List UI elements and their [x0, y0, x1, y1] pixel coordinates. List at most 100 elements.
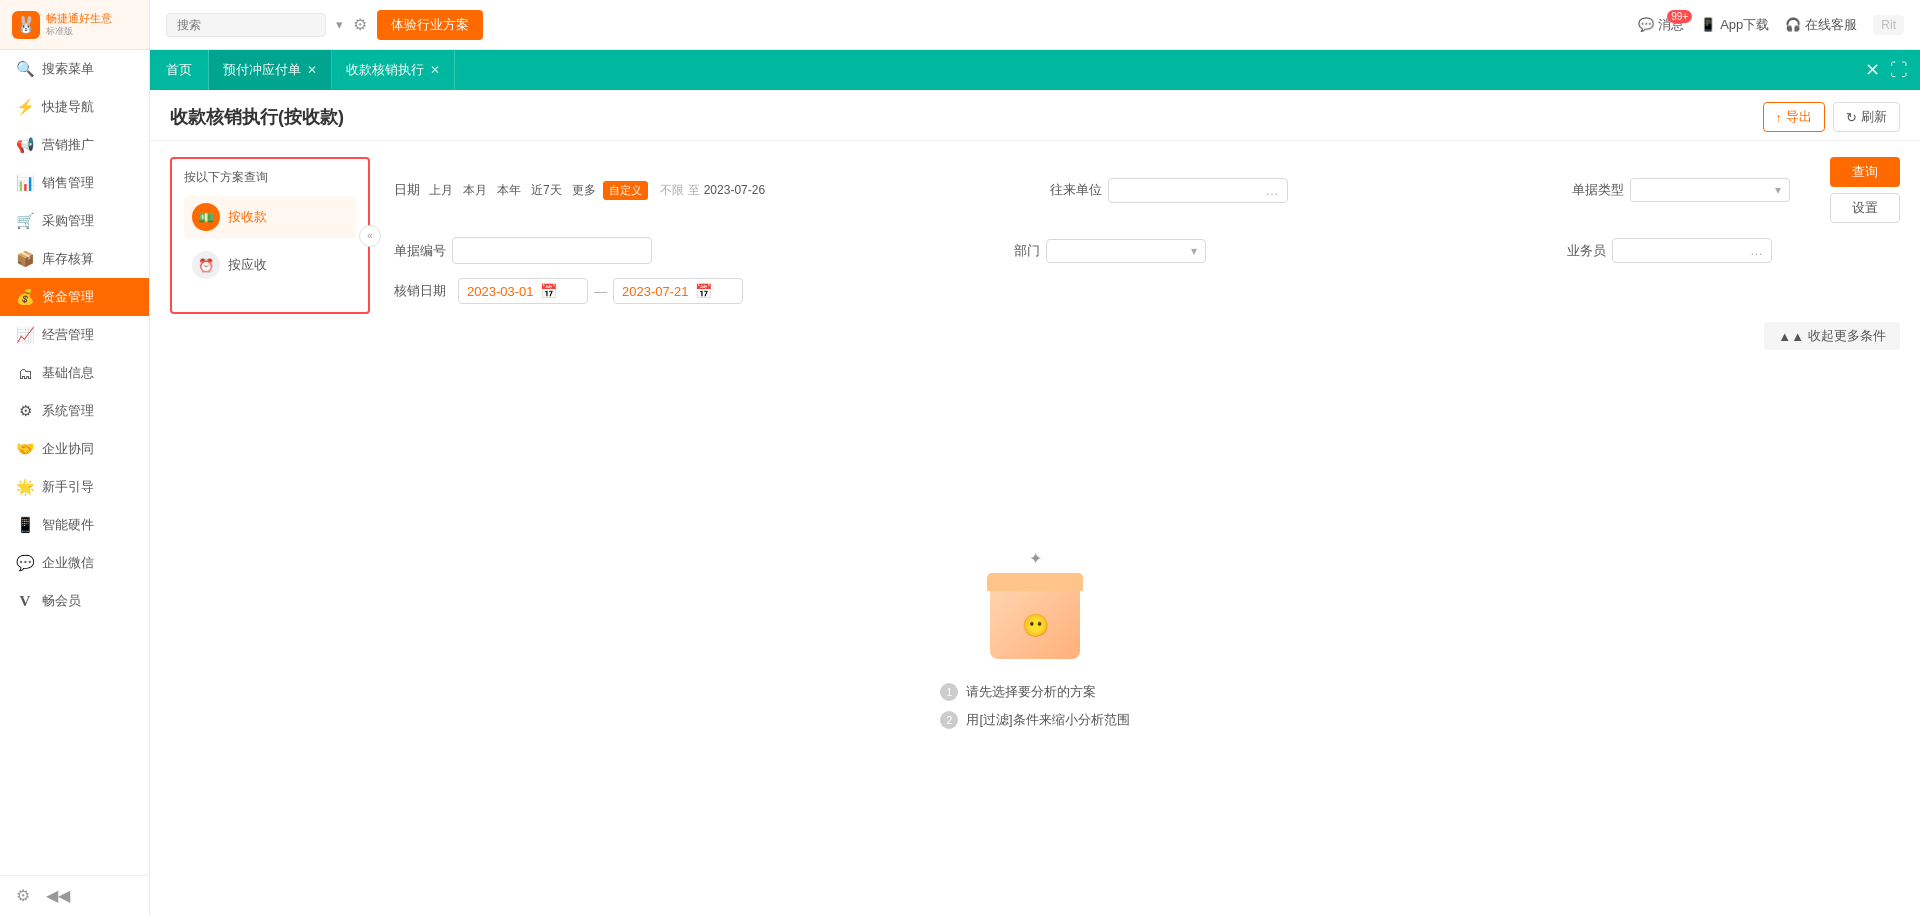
topbar-left: ▾ ⚙ 体验行业方案: [166, 10, 483, 40]
tab-prepay[interactable]: 预付冲应付单 ✕: [209, 50, 332, 90]
filter-option-receipt[interactable]: 💵 按收款: [184, 196, 356, 238]
filter-partner-group: 往来单位 …: [1050, 178, 1288, 203]
dept-select[interactable]: ▾: [1046, 239, 1206, 263]
hint-item-2: 2 用[过滤]条件来缩小分析范围: [940, 711, 1129, 729]
sidebar-item-system[interactable]: ⚙ 系统管理: [0, 392, 149, 430]
staff-input[interactable]: …: [1612, 238, 1772, 263]
refresh-button[interactable]: ↻ 刷新: [1833, 102, 1900, 132]
verify-date-label: 核销日期: [394, 282, 446, 300]
collapse-conditions-bar: ▲▲ 收起更多条件: [150, 314, 1920, 362]
date-this-month[interactable]: 本月: [460, 180, 490, 201]
verify-end-date[interactable]: 2023-07-21 📅: [613, 278, 743, 304]
empty-illustration: 😶 ✦: [980, 549, 1090, 659]
option-receipt-label: 按收款: [228, 208, 267, 226]
panel-collapse-arrow[interactable]: «: [359, 225, 381, 247]
sidebar-gear-button[interactable]: ⚙: [16, 886, 30, 905]
verify-end-value: 2023-07-21: [622, 284, 689, 299]
sidebar-label-sales: 销售管理: [42, 174, 94, 192]
guide-icon: 🌟: [16, 478, 34, 496]
service-label: 在线客服: [1805, 16, 1857, 34]
tab-receipt-verify[interactable]: 收款核销执行 ✕: [332, 50, 455, 90]
staff-dots: …: [1750, 243, 1763, 258]
purchase-icon: 🛒: [16, 212, 34, 230]
topbar: ▾ ⚙ 体验行业方案 💬 消息 99+ 📱 App下载 🎧 在线客服 Rit: [150, 0, 1920, 50]
sidebar-label-system: 系统管理: [42, 402, 94, 420]
date-nolimit-label: 不限: [660, 182, 684, 199]
bill-type-chevron: ▾: [1775, 183, 1781, 197]
hint-num-1: 1: [940, 683, 958, 701]
hint-text-2: 用[过滤]条件来缩小分析范围: [966, 711, 1129, 729]
sidebar-collapse-button[interactable]: ◀◀: [46, 886, 70, 905]
verify-date-range: 2023-03-01 📅 — 2023-07-21 📅: [458, 278, 743, 304]
sidebar-item-member[interactable]: V 畅会员: [0, 582, 149, 620]
sidebar-label-guide: 新手引导: [42, 478, 94, 496]
tab-home[interactable]: 首页: [150, 50, 209, 90]
date-custom-badge[interactable]: 自定义: [603, 181, 648, 200]
filter-staff-group: 业务员 …: [1567, 238, 1772, 263]
receipt-option-icon: 💵: [192, 203, 220, 231]
date-this-year[interactable]: 本年: [494, 180, 524, 201]
tab-expand-button[interactable]: ⛶: [1890, 60, 1908, 81]
box-lid: [987, 573, 1083, 591]
date-last-month[interactable]: 上月: [426, 180, 456, 201]
billno-input[interactable]: [452, 237, 652, 264]
topbar-search-input[interactable]: [166, 13, 326, 37]
sidebar-item-purchase[interactable]: 🛒 采购管理: [0, 202, 149, 240]
sidebar-item-guide[interactable]: 🌟 新手引导: [0, 468, 149, 506]
verify-start-date[interactable]: 2023-03-01 📅: [458, 278, 588, 304]
sidebar-item-wechat[interactable]: 💬 企业微信: [0, 544, 149, 582]
partner-label: 往来单位: [1050, 181, 1102, 199]
sidebar-label-purchase: 采购管理: [42, 212, 94, 230]
box-sparkle: ✦: [1029, 549, 1042, 568]
sidebar-item-funds[interactable]: 💰 资金管理: [0, 278, 149, 316]
staff-label: 业务员: [1567, 242, 1606, 260]
date-7days[interactable]: 近7天: [528, 180, 565, 201]
main-content: ▾ ⚙ 体验行业方案 💬 消息 99+ 📱 App下载 🎧 在线客服 Rit 首…: [150, 0, 1920, 915]
sidebar-item-collab[interactable]: 🤝 企业协同: [0, 430, 149, 468]
tab-close-button[interactable]: ✕: [1865, 59, 1880, 81]
bill-type-select[interactable]: ▾: [1630, 178, 1790, 202]
box-face: 😶: [1022, 613, 1049, 639]
filter-option-receivable[interactable]: ⏰ 按应收: [184, 244, 356, 286]
wechat-icon: 💬: [16, 554, 34, 572]
sidebar-label-marketing: 营销推广: [42, 136, 94, 154]
tab-receipt-label: 收款核销执行: [346, 61, 424, 79]
quicknav-icon: ⚡: [16, 98, 34, 116]
tab-bar: 首页 预付冲应付单 ✕ 收款核销执行 ✕ ✕ ⛶: [150, 50, 1920, 90]
export-icon: ↑: [1776, 110, 1783, 125]
query-button[interactable]: 查询: [1830, 157, 1900, 187]
message-button[interactable]: 💬 消息 99+: [1638, 16, 1684, 34]
sidebar-item-basic[interactable]: 🗂 基础信息: [0, 354, 149, 392]
export-button[interactable]: ↑ 导出: [1763, 102, 1826, 132]
sidebar-item-sales[interactable]: 📊 销售管理: [0, 164, 149, 202]
sidebar-item-operations[interactable]: 📈 经营管理: [0, 316, 149, 354]
sidebar-item-search[interactable]: 🔍 搜索菜单: [0, 50, 149, 88]
sidebar-label-hardware: 智能硬件: [42, 516, 94, 534]
sidebar-label-member: 畅会员: [42, 592, 81, 610]
settings-button[interactable]: 设置: [1830, 193, 1900, 223]
sidebar-item-marketing[interactable]: 📢 营销推广: [0, 126, 149, 164]
partner-input[interactable]: …: [1108, 178, 1288, 203]
collapse-conditions-label: 收起更多条件: [1808, 327, 1886, 345]
empty-hints: 1 请先选择要分析的方案 2 用[过滤]条件来缩小分析范围: [940, 683, 1129, 729]
date-more[interactable]: 更多: [569, 180, 599, 201]
user-area[interactable]: Rit: [1873, 15, 1904, 35]
sidebar-item-hardware[interactable]: 📱 智能硬件: [0, 506, 149, 544]
filter-left-panel: 按以下方案查询 💵 按收款 ⏰ 按应收 «: [170, 157, 370, 314]
date-shortcuts: 上月 本月 本年 近7天 更多 自定义: [426, 180, 648, 201]
tab-receipt-close[interactable]: ✕: [430, 63, 440, 77]
sidebar-bottom: ⚙ ◀◀: [0, 875, 149, 915]
topbar-dropdown-icon[interactable]: ▾: [336, 17, 343, 32]
industry-btn[interactable]: 体验行业方案: [377, 10, 483, 40]
tab-prepay-close[interactable]: ✕: [307, 63, 317, 77]
topbar-gear-icon[interactable]: ⚙: [353, 15, 367, 34]
inventory-icon: 📦: [16, 250, 34, 268]
sidebar-item-inventory[interactable]: 📦 库存核算: [0, 240, 149, 278]
sidebar-item-quicknav[interactable]: ⚡ 快捷导航: [0, 88, 149, 126]
online-service-button[interactable]: 🎧 在线客服: [1785, 16, 1857, 34]
filter-bill-type-group: 单据类型 ▾: [1572, 178, 1790, 202]
app-download-button[interactable]: 📱 App下载: [1700, 16, 1769, 34]
filter-dept-group: 部门 ▾: [1014, 239, 1206, 263]
chevron-up-icon: ▲▲: [1778, 329, 1804, 344]
collapse-conditions-button[interactable]: ▲▲ 收起更多条件: [1764, 322, 1900, 350]
